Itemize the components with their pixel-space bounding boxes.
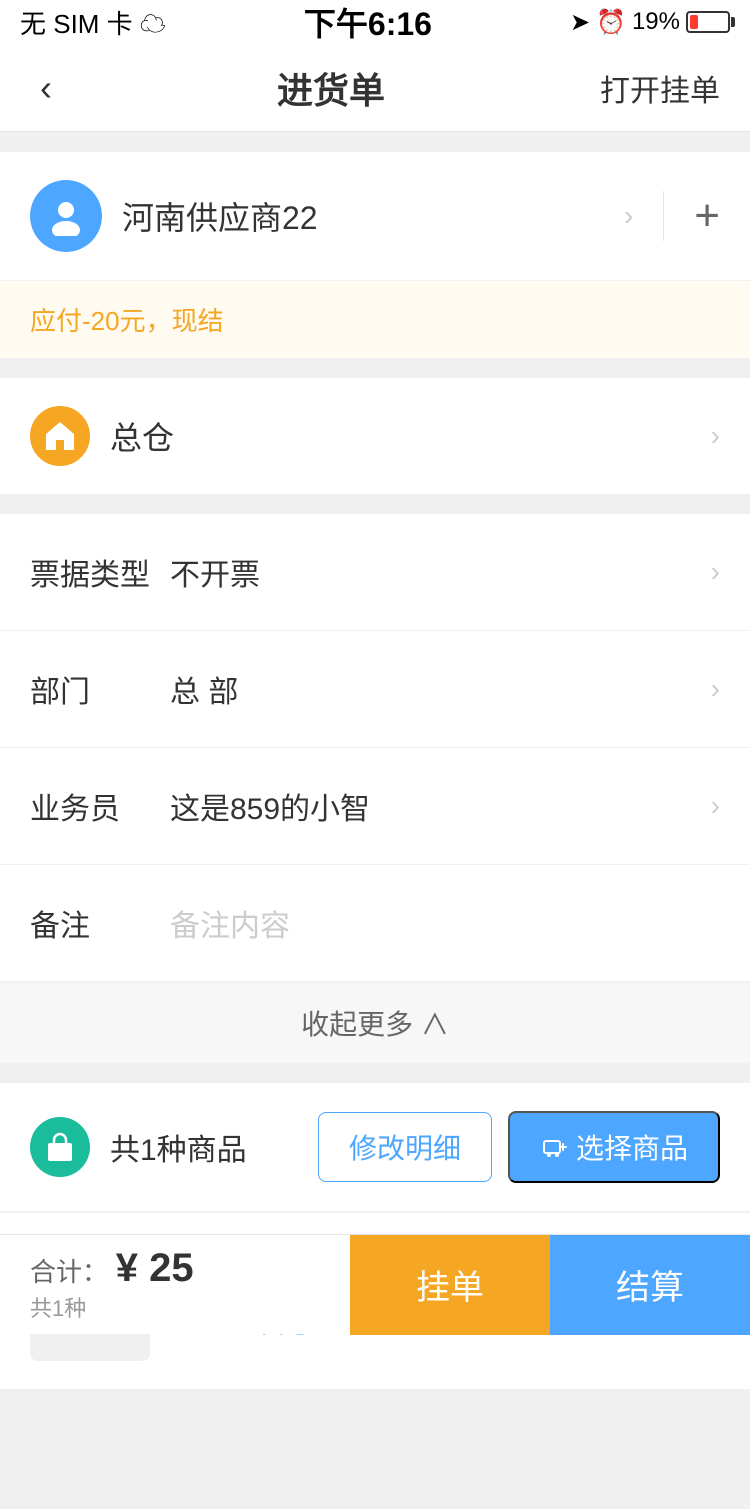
- hang-button[interactable]: 挂单: [350, 1235, 550, 1335]
- add-supplier-button[interactable]: +: [663, 191, 720, 241]
- product-header: 共1种商品 修改明细 选择商品: [0, 1083, 750, 1211]
- warehouse-chevron-icon: ›: [711, 420, 720, 452]
- person-icon: [46, 196, 86, 236]
- collapse-label: 收起更多 ∧: [301, 1003, 449, 1043]
- sim-label: 无 SIM 卡 ☁: [20, 4, 166, 41]
- notice-text: 应付-20元，现结: [30, 306, 224, 336]
- department-label: 部门: [30, 667, 170, 711]
- ticket-type-chevron-icon: ›: [711, 556, 720, 588]
- select-product-label: 选择商品: [576, 1127, 688, 1167]
- salesperson-chevron-icon: ›: [711, 790, 720, 822]
- form-section: 票据类型 不开票 › 部门 总 部 › 业务员 这是859的小智 › 备注 备注…: [0, 514, 750, 981]
- bag-icon: [42, 1129, 78, 1165]
- select-product-button[interactable]: 选择商品: [508, 1111, 720, 1183]
- ticket-type-label: 票据类型: [30, 550, 170, 594]
- collapse-bar[interactable]: 收起更多 ∧: [0, 983, 750, 1063]
- supplier-row[interactable]: 河南供应商22 › +: [0, 152, 750, 281]
- checkout-button[interactable]: 结算: [550, 1235, 750, 1335]
- status-bar: 无 SIM 卡 ☁ 下午6:16 ➤ ⏰ 19%: [0, 0, 750, 44]
- location-icon: ➤: [570, 8, 590, 37]
- back-button[interactable]: ‹: [30, 57, 62, 119]
- notice-bar: 应付-20元，现结: [0, 281, 750, 358]
- warehouse-icon: [30, 406, 90, 466]
- department-chevron-icon: ›: [711, 673, 720, 705]
- total-count: 共1种: [30, 1291, 320, 1323]
- total-amount: ¥ 25: [116, 1246, 194, 1290]
- open-hang-button[interactable]: 打开挂单: [600, 66, 720, 110]
- checkout-label: 结算: [616, 1260, 684, 1309]
- modify-detail-button[interactable]: 修改明细: [318, 1112, 492, 1182]
- bottom-bar: 合计： ¥ 25 共1种 挂单 结算: [0, 1234, 750, 1334]
- remark-label: 备注: [30, 901, 170, 945]
- status-left: 无 SIM 卡 ☁: [20, 4, 166, 41]
- ticket-type-value: 不开票: [170, 550, 711, 594]
- cart-icon: [540, 1133, 568, 1161]
- total-label: 合计：: [30, 1257, 108, 1287]
- remark-row[interactable]: 备注 备注内容: [0, 865, 750, 981]
- status-right: ➤ ⏰ 19%: [570, 8, 730, 37]
- battery-percent: 19%: [632, 8, 680, 36]
- home-icon: [42, 418, 78, 454]
- alarm-icon: ⏰: [596, 8, 626, 37]
- salesperson-label: 业务员: [30, 784, 170, 828]
- hang-label: 挂单: [416, 1260, 484, 1309]
- department-value: 总 部: [170, 667, 711, 711]
- supplier-avatar: [30, 180, 102, 252]
- page-title: 进货单: [277, 62, 385, 114]
- supplier-name: 河南供应商22: [122, 193, 624, 239]
- remark-value[interactable]: 备注内容: [170, 901, 720, 945]
- nav-bar: ‹ 进货单 打开挂单: [0, 44, 750, 132]
- warehouse-row[interactable]: 总仓 ›: [0, 378, 750, 494]
- battery-icon: [686, 11, 730, 33]
- product-count: 共1种商品: [110, 1125, 318, 1169]
- supplier-section: 河南供应商22 › + 应付-20元，现结: [0, 152, 750, 358]
- product-icon: [30, 1117, 90, 1177]
- total-line: 合计： ¥ 25: [30, 1246, 320, 1291]
- supplier-chevron-icon: ›: [624, 200, 633, 232]
- warehouse-section: 总仓 ›: [0, 378, 750, 494]
- bottom-total: 合计： ¥ 25 共1种: [0, 1246, 350, 1323]
- salesperson-value: 这是859的小智: [170, 784, 711, 828]
- warehouse-name: 总仓: [110, 413, 711, 459]
- salesperson-row[interactable]: 业务员 这是859的小智 ›: [0, 748, 750, 865]
- department-row[interactable]: 部门 总 部 ›: [0, 631, 750, 748]
- status-time: 下午6:16: [304, 0, 432, 45]
- ticket-type-row[interactable]: 票据类型 不开票 ›: [0, 514, 750, 631]
